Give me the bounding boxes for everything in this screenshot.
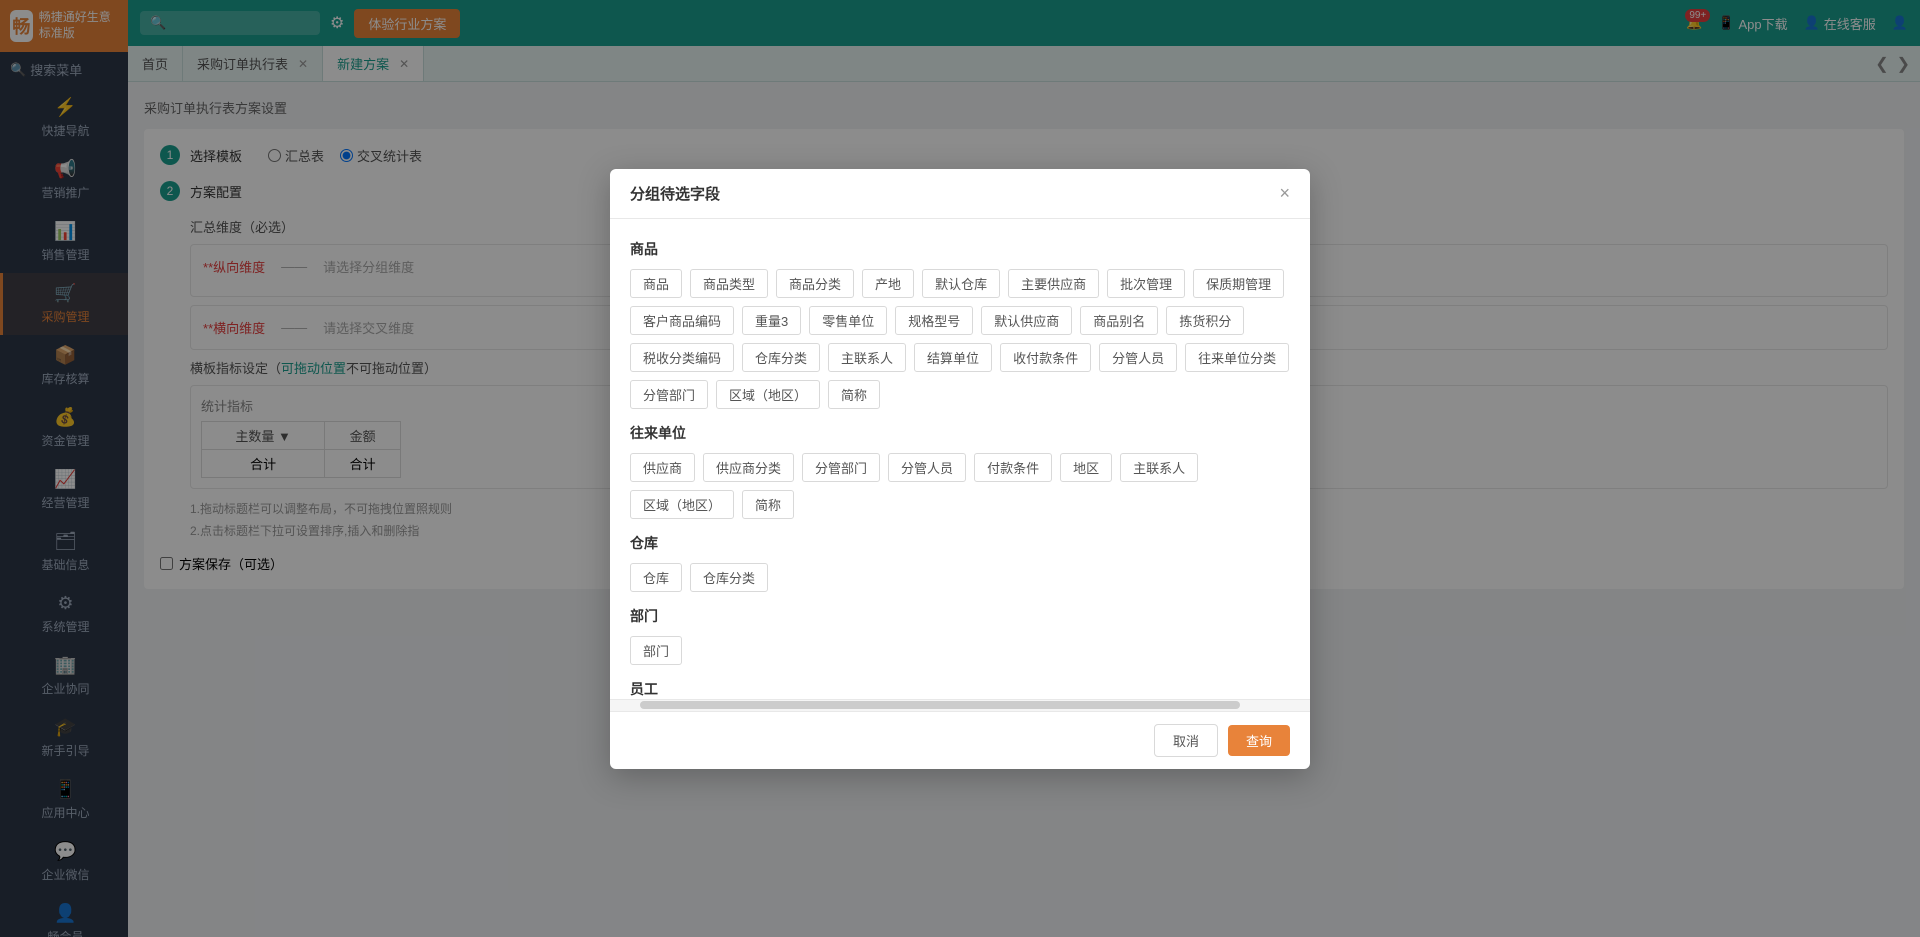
section-title-partner: 往来单位 [630,423,1290,443]
field-tag[interactable]: 仓库 [630,563,682,592]
field-tag[interactable]: 地区 [1060,453,1112,482]
field-tag[interactable]: 仓库分类 [690,563,768,592]
modal-footer: 取消 查询 [610,711,1310,769]
field-tag[interactable]: 区域（地区） [716,380,820,409]
modal-title: 分组待选字段 [630,183,720,204]
field-tag[interactable]: 往来单位分类 [1185,343,1289,372]
field-tag[interactable]: 供应商分类 [703,453,794,482]
cancel-button[interactable]: 取消 [1154,724,1218,757]
field-tags-warehouse: 仓库仓库分类 [630,563,1290,592]
field-tag[interactable]: 部门 [630,636,682,665]
field-tags-partner: 供应商供应商分类分管部门分管人员付款条件地区主联系人区域（地区） 简称 [630,453,1290,519]
field-tag[interactable]: 收付款条件 [1000,343,1091,372]
field-tags-dept: 部门 [630,636,1290,665]
field-tag[interactable]: 分管部门 [630,380,708,409]
field-tag[interactable]: 默认供应商 [981,306,1072,335]
field-tag[interactable]: 重量3 [742,306,801,335]
field-tag[interactable]: 主联系人 [828,343,906,372]
field-tag[interactable]: 付款条件 [974,453,1052,482]
field-tag[interactable]: 主要供应商 [1008,269,1099,298]
field-tags-goods: 商品商品类型商品分类产地默认仓库主要供应商批次管理保质期管理客户商品编码重量3 零… [630,269,1290,409]
field-tag[interactable]: 商品别名 [1080,306,1158,335]
field-tag[interactable]: 简称 [742,490,794,519]
field-tag[interactable]: 区域（地区） [630,490,734,519]
modal-body: 商品商品商品类型商品分类产地默认仓库主要供应商批次管理保质期管理客户商品编码重量… [610,219,1310,699]
field-tag[interactable]: 产地 [862,269,914,298]
field-tag[interactable]: 零售单位 [809,306,887,335]
section-title-warehouse: 仓库 [630,533,1290,553]
field-tag[interactable]: 默认仓库 [922,269,1000,298]
modal-header: 分组待选字段 × [610,169,1310,219]
field-tag[interactable]: 商品类型 [690,269,768,298]
field-tag[interactable]: 简称 [828,380,880,409]
modal-hscroll-thumb [640,701,1240,709]
modal-close-button[interactable]: × [1279,183,1290,204]
field-tag[interactable]: 供应商 [630,453,695,482]
field-tag[interactable]: 商品 [630,269,682,298]
field-tag[interactable]: 商品分类 [776,269,854,298]
field-tag[interactable]: 客户商品编码 [630,306,734,335]
field-select-modal: 分组待选字段 × 商品商品商品类型商品分类产地默认仓库主要供应商批次管理保质期管… [610,169,1310,769]
field-tag[interactable]: 批次管理 [1107,269,1185,298]
field-tag[interactable]: 拣货积分 [1166,306,1244,335]
section-title-goods: 商品 [630,239,1290,259]
field-tag[interactable]: 税收分类编码 [630,343,734,372]
section-title-employee: 员工 [630,679,1290,699]
field-tag[interactable]: 主联系人 [1120,453,1198,482]
field-tag[interactable]: 分管部门 [802,453,880,482]
field-tag[interactable]: 仓库分类 [742,343,820,372]
field-tag[interactable]: 分管人员 [1099,343,1177,372]
field-tag[interactable]: 分管人员 [888,453,966,482]
field-tag[interactable]: 规格型号 [895,306,973,335]
modal-horizontal-scrollbar[interactable] [610,699,1310,711]
section-title-dept: 部门 [630,606,1290,626]
field-tag[interactable]: 保质期管理 [1193,269,1284,298]
confirm-button[interactable]: 查询 [1228,725,1290,756]
field-tag[interactable]: 结算单位 [914,343,992,372]
